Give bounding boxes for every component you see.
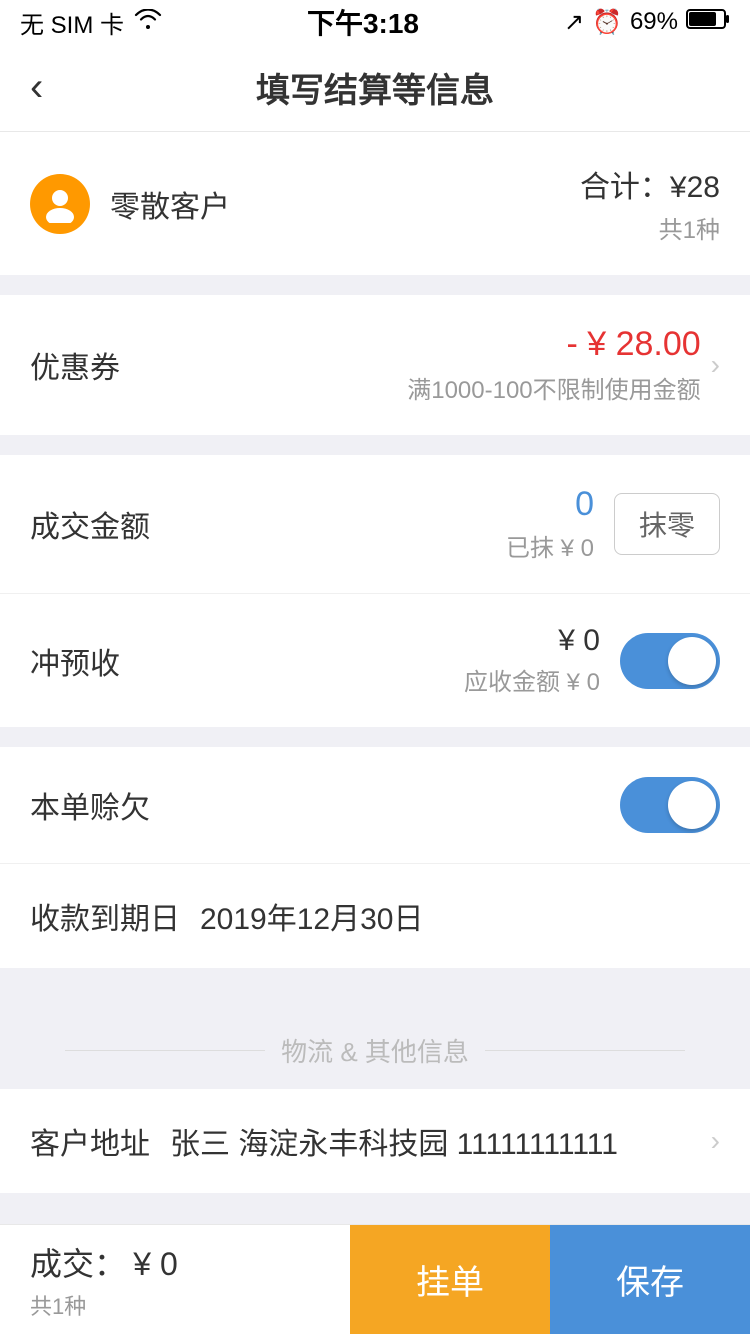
customer-row: 零散客户 合计：¥28 共1种 [0, 132, 750, 275]
status-bar-left: 无 SIM 卡 [20, 5, 162, 40]
status-bar: 无 SIM 卡 下午3:18 ↗ ⏰ 69% [0, 0, 750, 44]
avatar [30, 174, 90, 234]
prepay-value-col: ¥ 0 应收金额 ¥ 0 [464, 624, 600, 697]
coupon-label: 优惠券 [30, 343, 120, 387]
duedate-value: 2019年12月30日 [200, 894, 423, 938]
address-chevron-icon: › [711, 1125, 720, 1157]
coupon-amount: - ¥ 28.00 [407, 325, 700, 364]
section-divider [0, 988, 750, 1008]
duedate-label: 收款到期日 [30, 894, 180, 938]
deal-amount-label: 成交金额 [30, 502, 150, 546]
total-amount: 合计：¥28 [580, 162, 720, 206]
prepay-toggle[interactable] [620, 633, 720, 689]
deal-amount-col: 0 已抹 ¥ 0 [506, 485, 594, 563]
prepay-row: 冲预收 ¥ 0 应收金额 ¥ 0 [0, 593, 750, 727]
debt-toggle[interactable] [620, 777, 720, 833]
bottom-deal: 成交： ¥ 0 [30, 1239, 320, 1285]
coupon-desc: 满1000-100不限制使用金额 [407, 370, 700, 405]
address-section: 客户地址 张三 海淀永丰科技园 11111111111 › [0, 1089, 750, 1193]
coupon-detail: - ¥ 28.00 满1000-100不限制使用金额 [407, 325, 700, 405]
sim-status: 无 SIM 卡 [20, 5, 124, 40]
address-value: 张三 海淀永丰科技园 11111111111 [170, 1119, 618, 1163]
customer-right: 合计：¥28 共1种 [580, 162, 720, 245]
battery-icon [686, 8, 730, 37]
coupon-right: - ¥ 28.00 满1000-100不限制使用金额 › [407, 325, 720, 405]
total-count: 共1种 [580, 210, 720, 245]
coupon-section: 优惠券 - ¥ 28.00 满1000-100不限制使用金额 › [0, 295, 750, 435]
status-bar-time: 下午3:18 [307, 2, 419, 42]
bottom-count: 共1种 [30, 1289, 320, 1321]
address-label: 客户地址 [30, 1119, 150, 1163]
logistics-header: 物流 & 其他信息 [0, 1008, 750, 1089]
debt-row: 本单赊欠 [0, 747, 750, 863]
debt-label: 本单赊欠 [30, 783, 150, 827]
deal-amount-sub: 已抹 ¥ 0 [506, 528, 594, 563]
deal-amount-row: 成交金额 0 已抹 ¥ 0 抹零 [0, 455, 750, 593]
debt-toggle-knob [668, 781, 716, 829]
prepay-sub: 应收金额 ¥ 0 [464, 662, 600, 697]
location-icon: ↗ [564, 8, 584, 37]
header-line-left [65, 1050, 265, 1051]
logistics-title: 物流 & 其他信息 [281, 1032, 469, 1069]
status-bar-right: ↗ ⏰ 69% [564, 8, 730, 37]
bottom-info: 成交： ¥ 0 共1种 [0, 1225, 350, 1334]
bottom-deal-amount: ¥ 0 [133, 1246, 177, 1282]
round-button[interactable]: 抹零 [614, 493, 720, 555]
bottom-deal-label: 成交： [30, 1246, 126, 1282]
deal-amount-right: 0 已抹 ¥ 0 抹零 [506, 485, 720, 563]
pending-button[interactable]: 挂单 [350, 1225, 550, 1334]
content: 零散客户 合计：¥28 共1种 优惠券 - ¥ 28.00 满1000-100不… [0, 132, 750, 1313]
address-row[interactable]: 客户地址 张三 海淀永丰科技园 11111111111 › [0, 1089, 750, 1193]
back-button[interactable]: ‹ [30, 65, 43, 110]
nav-bar: ‹ 填写结算等信息 [0, 44, 750, 132]
prepay-value: ¥ 0 [464, 624, 600, 658]
bottom-bar: 成交： ¥ 0 共1种 挂单 保存 [0, 1224, 750, 1334]
battery-percent: 69% [630, 8, 678, 36]
header-line-right [485, 1050, 685, 1051]
coupon-row[interactable]: 优惠券 - ¥ 28.00 满1000-100不限制使用金额 › [0, 295, 750, 435]
prepay-label: 冲预收 [30, 639, 120, 683]
address-left: 客户地址 张三 海淀永丰科技园 11111111111 [30, 1119, 618, 1163]
page-title: 填写结算等信息 [256, 63, 494, 112]
customer-name: 零散客户 [110, 182, 230, 226]
customer-left: 零散客户 [30, 174, 230, 234]
alarm-icon: ⏰ [592, 8, 622, 37]
chevron-icon: › [711, 349, 720, 381]
prepay-right: ¥ 0 应收金额 ¥ 0 [464, 624, 720, 697]
deal-amount-value: 0 [506, 485, 594, 524]
duedate-row: 收款到期日 2019年12月30日 [0, 863, 750, 968]
amount-section: 成交金额 0 已抹 ¥ 0 抹零 冲预收 ¥ 0 应收金额 ¥ 0 [0, 455, 750, 727]
toggle-knob [668, 637, 716, 685]
customer-card: 零散客户 合计：¥28 共1种 [0, 132, 750, 275]
wifi-icon [134, 8, 162, 36]
debt-section: 本单赊欠 收款到期日 2019年12月30日 [0, 747, 750, 968]
save-button[interactable]: 保存 [550, 1225, 750, 1334]
